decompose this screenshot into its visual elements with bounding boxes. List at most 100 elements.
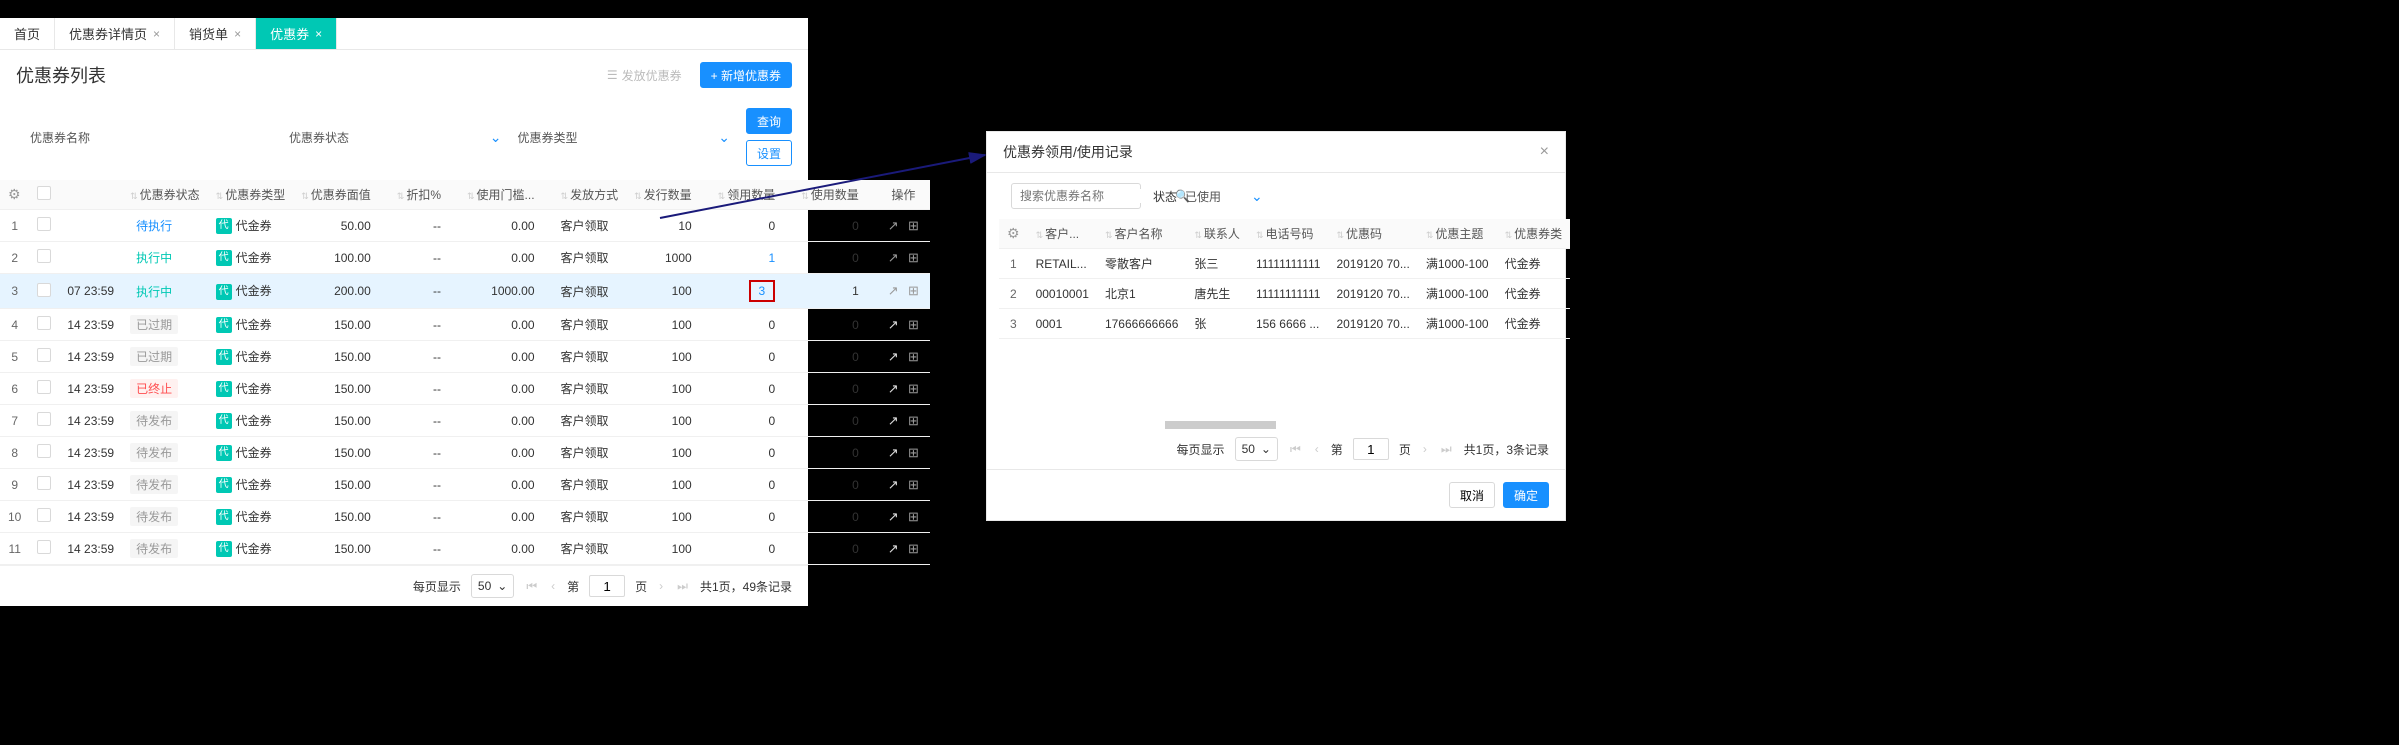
qr-icon[interactable]: ⊞ [908, 541, 919, 556]
add-coupon-button[interactable]: + 新增优惠券 [700, 62, 792, 88]
table-row[interactable]: 1 RETAIL... 零散客户 张三 11111111111 2019120 … [999, 249, 1570, 279]
cell-claim[interactable]: 3 [710, 274, 794, 309]
qr-icon[interactable]: ⊞ [908, 349, 919, 364]
checkbox[interactable] [37, 412, 51, 426]
col-status[interactable]: ⇅优惠券状态 [122, 180, 208, 210]
col-code[interactable]: ⇅优惠码 [1328, 219, 1417, 249]
table-row[interactable]: 10 14 23:59 待发布 代代金券 150.00 -- 0.00 客户领取… [0, 501, 930, 533]
table-row[interactable]: 6 14 23:59 已终止 代代金券 150.00 -- 0.00 客户领取 … [0, 373, 930, 405]
query-button[interactable]: 查询 [746, 108, 792, 134]
col-ctype[interactable]: ⇅优惠券类 [1497, 219, 1571, 249]
table-row[interactable]: 11 14 23:59 待发布 代代金券 150.00 -- 0.00 客户领取… [0, 533, 930, 565]
qr-icon[interactable]: ⊞ [908, 218, 919, 233]
checkbox[interactable] [37, 380, 51, 394]
table-row[interactable]: 3 07 23:59 执行中 代代金券 200.00 -- 1000.00 客户… [0, 274, 930, 309]
tab-home[interactable]: 首页 [0, 18, 55, 49]
col-cust-no[interactable]: ⇅客户... [1028, 219, 1097, 249]
coupon-name-input[interactable] [96, 125, 273, 149]
qr-icon[interactable]: ⊞ [908, 317, 919, 332]
cell-claim[interactable]: 0 [710, 373, 794, 405]
checkbox[interactable] [37, 444, 51, 458]
checkbox[interactable] [37, 283, 51, 297]
close-icon[interactable]: × [153, 27, 160, 41]
col-cust-name[interactable]: ⇅客户名称 [1097, 219, 1186, 249]
checkbox[interactable] [37, 476, 51, 490]
tab-sales[interactable]: 销货单× [175, 18, 256, 49]
cell-claim[interactable]: 0 [710, 469, 794, 501]
status-select[interactable]: ⌄ [355, 125, 501, 149]
qr-icon[interactable]: ⊞ [908, 250, 919, 265]
col-issue[interactable]: ⇅发行数量 [626, 180, 710, 210]
col-type[interactable]: ⇅优惠券类型 [208, 180, 294, 210]
qr-icon[interactable]: ⊞ [908, 413, 919, 428]
close-icon[interactable]: × [1540, 143, 1549, 161]
qr-icon[interactable]: ⊞ [908, 477, 919, 492]
col-subject[interactable]: ⇅优惠主题 [1418, 219, 1497, 249]
tab-coupon[interactable]: 优惠券× [256, 18, 337, 49]
checkbox[interactable] [37, 217, 51, 231]
table-row[interactable]: 7 14 23:59 待发布 代代金券 150.00 -- 0.00 客户领取 … [0, 405, 930, 437]
cell-claim[interactable]: 0 [710, 533, 794, 565]
col-use[interactable]: ⇅使用数量 [793, 180, 877, 210]
table-row[interactable]: 2 执行中 代代金券 100.00 -- 0.00 客户领取 1000 1 0 … [0, 242, 930, 274]
close-icon[interactable]: × [234, 27, 241, 41]
cancel-button[interactable]: 取消 [1449, 482, 1495, 508]
checkbox[interactable] [37, 316, 51, 330]
search-input[interactable] [1020, 189, 1175, 203]
col-gear[interactable]: ⚙ [999, 219, 1028, 249]
distribute-button[interactable]: ☰ 发放优惠券 [597, 62, 692, 88]
share-icon[interactable]: ↗ [888, 283, 899, 298]
table-row[interactable]: 1 待执行 代代金券 50.00 -- 0.00 客户领取 10 0 0 ↗ ⊞ [0, 210, 930, 242]
checkbox-all[interactable] [37, 186, 51, 200]
qr-icon[interactable]: ⊞ [908, 381, 919, 396]
cell-claim[interactable]: 0 [710, 341, 794, 373]
cell-claim[interactable]: 0 [710, 210, 794, 242]
qr-icon[interactable]: ⊞ [908, 509, 919, 524]
table-row[interactable]: 2 00010001 北京1 唐先生 11111111111 2019120 7… [999, 279, 1570, 309]
col-method[interactable]: ⇅发放方式 [553, 180, 627, 210]
tab-detail[interactable]: 优惠券详情页× [55, 18, 175, 49]
per-page-select[interactable]: 50 ⌄ [471, 574, 514, 598]
next-page-icon[interactable]: › [657, 579, 665, 593]
table-row[interactable]: 9 14 23:59 待发布 代代金券 150.00 -- 0.00 客户领取 … [0, 469, 930, 501]
checkbox[interactable] [37, 508, 51, 522]
table-row[interactable]: 8 14 23:59 待发布 代代金券 150.00 -- 0.00 客户领取 … [0, 437, 930, 469]
col-discount[interactable]: ⇅折扣% [389, 180, 459, 210]
first-page-icon[interactable]: ⏮ [524, 579, 539, 594]
next-page-icon[interactable]: › [1421, 442, 1429, 456]
qr-icon[interactable]: ⊞ [908, 283, 919, 298]
share-icon[interactable]: ↗ [888, 250, 899, 265]
page-input[interactable] [1353, 438, 1389, 460]
last-page-icon[interactable]: ⏭ [1439, 442, 1454, 457]
page-input[interactable] [589, 575, 625, 597]
close-icon[interactable]: × [315, 27, 322, 41]
settings-button[interactable]: 设置 [746, 140, 792, 166]
table-row[interactable]: 5 14 23:59 已过期 代代金券 150.00 -- 0.00 客户领取 … [0, 341, 930, 373]
col-contact[interactable]: ⇅联系人 [1186, 219, 1248, 249]
first-page-icon[interactable]: ⏮ [1288, 442, 1303, 457]
prev-page-icon[interactable]: ‹ [1313, 442, 1321, 456]
prev-page-icon[interactable]: ‹ [549, 579, 557, 593]
cell-claim[interactable]: 0 [710, 501, 794, 533]
horizontal-scrollbar[interactable] [999, 421, 1553, 429]
modal-status-select[interactable]: 已使用 ⌄ [1185, 188, 1263, 205]
share-icon[interactable]: ↗ [888, 218, 899, 233]
col-gear[interactable]: ⚙ [0, 180, 29, 210]
qr-icon[interactable]: ⊞ [908, 445, 919, 460]
checkbox[interactable] [37, 249, 51, 263]
cell-claim[interactable]: 0 [710, 437, 794, 469]
type-select[interactable]: ⌄ [584, 125, 730, 149]
ok-button[interactable]: 确定 [1503, 482, 1549, 508]
col-phone[interactable]: ⇅电话号码 [1248, 219, 1329, 249]
per-page-select[interactable]: 50 ⌄ [1235, 437, 1278, 461]
table-row[interactable]: 4 14 23:59 已过期 代代金券 150.00 -- 0.00 客户领取 … [0, 309, 930, 341]
last-page-icon[interactable]: ⏭ [675, 579, 690, 594]
col-face[interactable]: ⇅优惠券面值 [293, 180, 389, 210]
col-claim[interactable]: ⇅领用数量 [710, 180, 794, 210]
cell-claim[interactable]: 0 [710, 309, 794, 341]
checkbox[interactable] [37, 348, 51, 362]
col-threshold[interactable]: ⇅使用门槛... [459, 180, 553, 210]
claim-count-highlight[interactable]: 3 [749, 280, 776, 302]
cell-claim[interactable]: 0 [710, 405, 794, 437]
checkbox[interactable] [37, 540, 51, 554]
